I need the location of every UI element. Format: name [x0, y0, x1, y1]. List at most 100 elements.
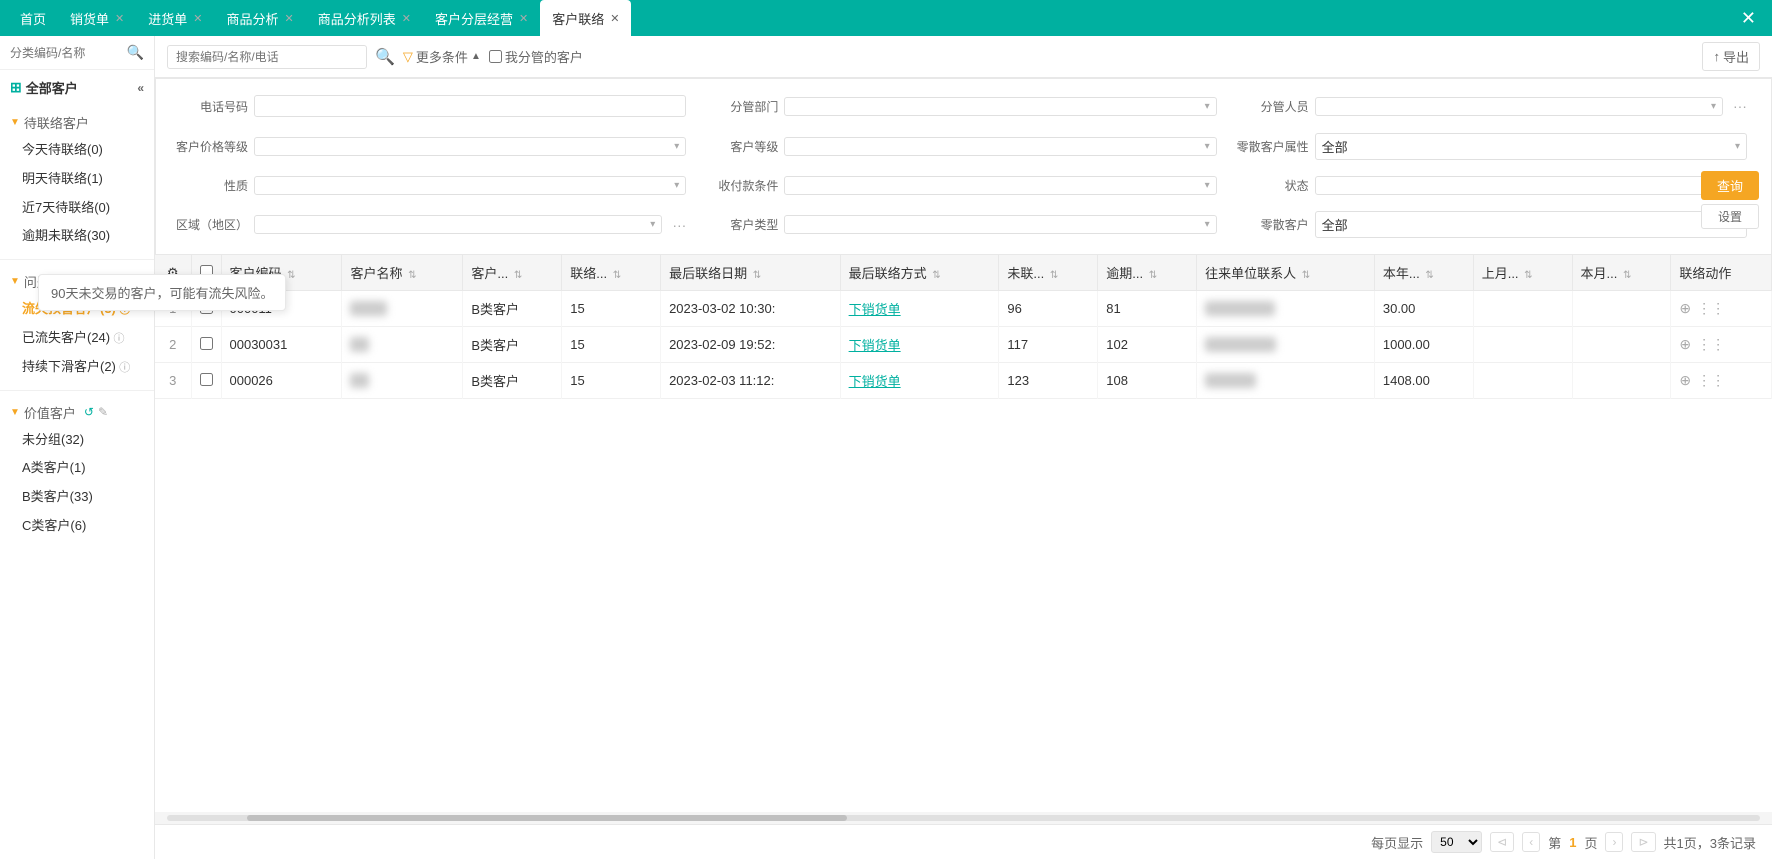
- region-dots[interactable]: ···: [672, 217, 686, 233]
- th-contacts-person[interactable]: 往来单位联系人 ⇅: [1197, 255, 1375, 291]
- filter-row-2: 客户价格等级 ▾ 客户等级 ▾ 零散客户属性 全部: [168, 125, 1759, 168]
- row-year-3: 1408.00: [1374, 363, 1473, 399]
- close-sales-icon[interactable]: ✕: [115, 12, 124, 25]
- churn-tooltip: 90天未交易的客户，可能有流失风险。: [38, 274, 286, 311]
- nav-home[interactable]: 首页: [8, 0, 58, 36]
- row-checkbox-2[interactable]: [191, 327, 221, 363]
- link-action-icon-3[interactable]: ⊕: [1679, 372, 1691, 389]
- scrollbar-thumb[interactable]: [247, 815, 847, 821]
- query-button[interactable]: 查询: [1701, 171, 1759, 200]
- sidebar-item-c-class[interactable]: C类客户(6): [0, 512, 154, 541]
- link-action-icon-2[interactable]: ⊕: [1679, 336, 1691, 353]
- row-way-1[interactable]: 下销货单: [840, 291, 999, 327]
- scrollbar-track[interactable]: [167, 815, 1760, 821]
- settings-button[interactable]: 设置: [1701, 204, 1759, 229]
- chevron-up-icon: ▲: [471, 51, 481, 62]
- sidebar-item-a-class[interactable]: A类客户(1): [0, 454, 154, 483]
- per-page-select[interactable]: 50 100 200: [1431, 831, 1482, 853]
- phone-input[interactable]: [254, 95, 686, 117]
- edit-icon[interactable]: ✎: [98, 405, 108, 419]
- sidebar-item-today[interactable]: 今天待联络(0): [0, 136, 154, 165]
- sidebar-item-ungrouped[interactable]: 未分组(32): [0, 426, 154, 455]
- row-way-2[interactable]: 下销货单: [840, 327, 999, 363]
- sidebar-item-lost-customers[interactable]: 已流失客户(24) ⓘ: [0, 324, 154, 353]
- filter-cell-customer-grade: 客户等级 ▾: [698, 133, 1228, 160]
- retail-select[interactable]: 全部 ▾: [1315, 211, 1747, 238]
- close-segmentation-icon[interactable]: ✕: [519, 12, 528, 25]
- more-filters-button[interactable]: ▽ 更多条件 ▲: [403, 47, 481, 66]
- row-year-1: 30.00: [1374, 291, 1473, 327]
- close-product-analysis-icon[interactable]: ✕: [285, 12, 294, 25]
- filter-icon: ▽: [403, 49, 413, 65]
- next-page-button[interactable]: ›: [1605, 832, 1623, 852]
- refresh-icon[interactable]: ↺: [84, 405, 94, 419]
- export-button[interactable]: ↑ 导出: [1702, 42, 1760, 71]
- nav-product-analysis[interactable]: 商品分析 ✕: [214, 0, 305, 36]
- link-action-icon[interactable]: ⊕: [1679, 300, 1691, 317]
- close-product-list-icon[interactable]: ✕: [402, 12, 411, 25]
- more-action-icon-2[interactable]: ⋮⋮: [1697, 336, 1725, 353]
- more-action-icon[interactable]: ⋮⋮: [1697, 300, 1725, 317]
- window-close-button[interactable]: ✕: [1733, 8, 1764, 29]
- customer-type-select[interactable]: ▾: [784, 215, 1216, 234]
- more-action-icon-3[interactable]: ⋮⋮: [1697, 372, 1725, 389]
- row-way-3[interactable]: 下销货单: [840, 363, 999, 399]
- nav-customer-contact[interactable]: 客户联络 ✕: [540, 0, 631, 36]
- retail-attr-select[interactable]: 全部 ▾: [1315, 133, 1747, 160]
- sidebar-item-overdue[interactable]: 逾期未联络(30): [0, 222, 154, 251]
- row-lmonth-1: [1473, 291, 1572, 327]
- row-checkbox-3[interactable]: [191, 363, 221, 399]
- row-num-2: 2: [155, 327, 191, 363]
- sidebar-item-declining[interactable]: 持续下滑客户(2) ⓘ: [0, 353, 154, 382]
- customer-grade-select[interactable]: ▾: [784, 137, 1216, 156]
- close-purchase-icon[interactable]: ✕: [193, 12, 202, 25]
- th-customer-type[interactable]: 客户... ⇅: [463, 255, 562, 291]
- prev-page-button[interactable]: ‹: [1522, 832, 1540, 852]
- close-contact-icon[interactable]: ✕: [610, 12, 619, 25]
- row-person-2: ██ ███ 3...: [1197, 327, 1375, 363]
- sort-icon-type: ⇅: [514, 270, 522, 281]
- price-grade-label: 客户价格等级: [168, 138, 248, 155]
- my-customers-checkbox-label[interactable]: 我分管的客户: [489, 47, 583, 66]
- nature-select[interactable]: ▾: [254, 176, 686, 195]
- status-select[interactable]: ▾: [1315, 176, 1747, 195]
- nav-customer-segmentation[interactable]: 客户分层经营 ✕: [423, 0, 540, 36]
- row-unlink-2: 117: [999, 327, 1098, 363]
- horizontal-scrollbar[interactable]: [155, 812, 1772, 824]
- last-page-button[interactable]: ⊳: [1631, 832, 1655, 852]
- sidebar-item-b-class[interactable]: B类客户(33): [0, 483, 154, 512]
- th-this-month[interactable]: 本月... ⇅: [1572, 255, 1671, 291]
- dept-select[interactable]: ▾: [784, 97, 1216, 116]
- th-this-year[interactable]: 本年... ⇅: [1374, 255, 1473, 291]
- th-unlink[interactable]: 未联... ⇅: [999, 255, 1098, 291]
- row-check-2[interactable]: [200, 337, 213, 350]
- collapse-icon[interactable]: «: [137, 81, 144, 95]
- payment-select[interactable]: ▾: [784, 176, 1216, 195]
- nav-purchase[interactable]: 进货单 ✕: [136, 0, 214, 36]
- sidebar-search-input[interactable]: [10, 46, 123, 60]
- person-select[interactable]: ▾: [1315, 97, 1723, 116]
- row-code-3: 000026: [221, 363, 342, 399]
- th-contact[interactable]: 联络... ⇅: [562, 255, 661, 291]
- person-dots[interactable]: ···: [1733, 98, 1747, 114]
- value-customers-title[interactable]: ▼ 价值客户 ↺ ✎: [0, 399, 154, 426]
- nav-sales[interactable]: 销货单 ✕: [58, 0, 136, 36]
- row-check-3[interactable]: [200, 373, 213, 386]
- search-input[interactable]: [167, 45, 367, 69]
- sidebar-item-tomorrow[interactable]: 明天待联络(1): [0, 165, 154, 194]
- all-customers-header[interactable]: ⊞ 全部客户 «: [0, 70, 154, 105]
- sidebar-item-7days[interactable]: 近7天待联络(0): [0, 194, 154, 223]
- region-select[interactable]: ▾: [254, 215, 662, 234]
- th-last-way[interactable]: 最后联络方式 ⇅: [840, 255, 999, 291]
- th-last-month[interactable]: 上月... ⇅: [1473, 255, 1572, 291]
- price-grade-select[interactable]: ▾: [254, 137, 686, 156]
- th-overdue[interactable]: 逾期... ⇅: [1098, 255, 1197, 291]
- search-button[interactable]: 🔍: [375, 47, 395, 67]
- nav-product-list[interactable]: 商品分析列表 ✕: [306, 0, 423, 36]
- first-page-button[interactable]: ⊲: [1490, 832, 1514, 852]
- row-name-2: ██: [342, 327, 463, 363]
- th-name[interactable]: 客户名称 ⇅: [342, 255, 463, 291]
- th-last-date[interactable]: 最后联络日期 ⇅: [661, 255, 841, 291]
- pending-contact-title[interactable]: ▼ 待联络客户: [0, 109, 154, 136]
- my-customers-checkbox[interactable]: [489, 50, 502, 63]
